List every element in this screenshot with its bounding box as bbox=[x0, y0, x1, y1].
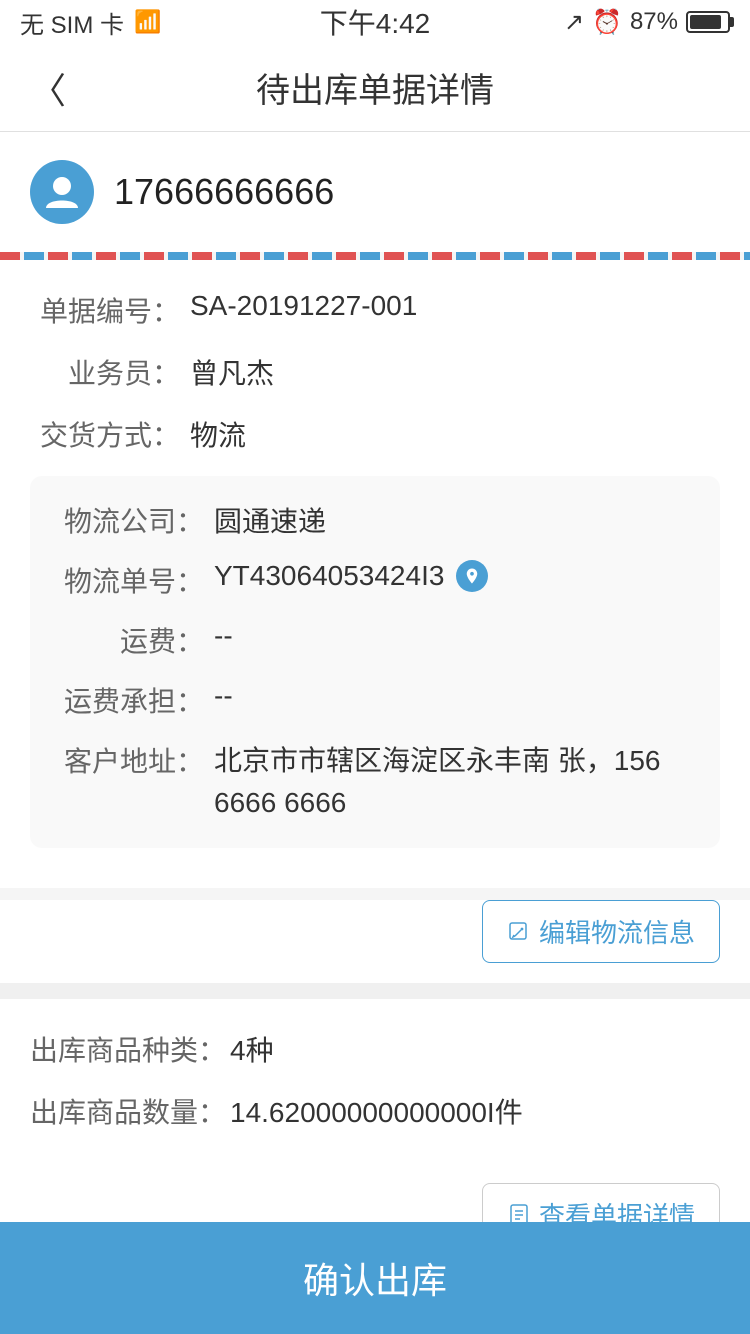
page-title: 待出库单据详情 bbox=[256, 63, 494, 112]
confirm-outbound-button[interactable]: 确认出库 bbox=[303, 1252, 447, 1304]
address-row: 客户地址： 北京市市辖区海淀区永丰南 张，156 6666 6666 bbox=[54, 740, 696, 824]
items-type-value: 4种 bbox=[230, 1029, 274, 1069]
order-no-value: SA-20191227-001 bbox=[190, 290, 720, 322]
battery-indicator bbox=[686, 11, 730, 33]
logistics-tracking-label: 物流单号： bbox=[54, 560, 214, 600]
items-quantity-row: 出库商品数量： 14.62000000000000I件 bbox=[30, 1091, 720, 1131]
order-no-row: 单据编号： SA-20191227-001 bbox=[30, 290, 720, 330]
carrier-label: 无 SIM 卡 bbox=[20, 5, 124, 40]
logistics-company-label: 物流公司： bbox=[54, 500, 214, 540]
freight-bearer-label: 运费承担： bbox=[54, 680, 214, 720]
logistics-tracking-value-container: YT43064053424I3 bbox=[214, 560, 696, 592]
logistics-tracking-value: YT43064053424I3 bbox=[214, 560, 444, 592]
delivery-row: 交货方式： 物流 bbox=[30, 414, 720, 454]
freight-bearer-row: 运费承担： -- bbox=[54, 680, 696, 720]
address-value: 北京市市辖区海淀区永丰南 张，156 6666 6666 bbox=[214, 740, 696, 824]
order-info-section: 单据编号： SA-20191227-001 业务员： 曾凡杰 交货方式： 物流 … bbox=[0, 260, 750, 888]
customer-section: 17666666666 bbox=[0, 132, 750, 252]
status-left: 无 SIM 卡 📶 bbox=[20, 5, 161, 40]
content-area: 17666666666 单据编号： SA-20191227-001 业务员： 曾… bbox=[0, 132, 750, 1276]
salesman-value: 曾凡杰 bbox=[190, 352, 720, 392]
freight-label: 运费： bbox=[54, 620, 214, 660]
order-no-label: 单据编号： bbox=[30, 290, 190, 330]
delivery-value: 物流 bbox=[190, 414, 720, 454]
logistics-tracking-row: 物流单号： YT43064053424I3 bbox=[54, 560, 696, 600]
items-quantity-label: 出库商品数量： bbox=[30, 1091, 230, 1131]
wifi-icon: 📶 bbox=[134, 9, 161, 35]
person-icon bbox=[42, 172, 82, 212]
delivery-label: 交货方式： bbox=[30, 414, 190, 454]
items-type-label: 出库商品种类： bbox=[30, 1029, 230, 1069]
pin-svg bbox=[463, 567, 481, 585]
logistics-card: 物流公司： 圆通速递 物流单号： YT43064053424I3 运费： -- bbox=[30, 476, 720, 848]
battery-label: 87% bbox=[630, 8, 678, 36]
alarm-icon: ⏰ bbox=[592, 8, 622, 37]
salesman-row: 业务员： 曾凡杰 bbox=[30, 352, 720, 392]
items-type-row: 出库商品种类： 4种 bbox=[30, 1029, 720, 1069]
edit-icon bbox=[507, 920, 531, 944]
freight-row: 运费： -- bbox=[54, 620, 696, 660]
items-section: 出库商品种类： 4种 出库商品数量： 14.62000000000000I件 bbox=[0, 999, 750, 1173]
items-quantity-value: 14.62000000000000I件 bbox=[230, 1091, 523, 1131]
freight-bearer-value: -- bbox=[214, 680, 696, 712]
customer-avatar bbox=[30, 160, 94, 224]
confirm-btn-container: 确认出库 bbox=[0, 1222, 750, 1334]
logistics-company-row: 物流公司： 圆通速递 bbox=[54, 500, 696, 540]
status-time: 下午4:42 bbox=[320, 2, 431, 42]
edit-logistics-button[interactable]: 编辑物流信息 bbox=[482, 900, 720, 963]
freight-value: -- bbox=[214, 620, 696, 652]
battery-fill bbox=[690, 15, 721, 29]
address-label: 客户地址： bbox=[54, 740, 214, 780]
edit-btn-label: 编辑物流信息 bbox=[539, 913, 695, 950]
customer-phone: 17666666666 bbox=[114, 171, 334, 213]
map-pin-icon[interactable] bbox=[456, 560, 488, 592]
logistics-company-value: 圆通速递 bbox=[214, 500, 696, 540]
status-bar: 无 SIM 卡 📶 下午4:42 ↗ ⏰ 87% bbox=[0, 0, 750, 44]
dashed-divider bbox=[0, 252, 750, 260]
status-right: ↗ ⏰ 87% bbox=[564, 8, 730, 37]
location-icon: ↗ bbox=[564, 8, 584, 37]
salesman-label: 业务员： bbox=[30, 352, 190, 392]
section-separator bbox=[0, 983, 750, 999]
nav-bar: 〈 待出库单据详情 bbox=[0, 44, 750, 132]
back-button[interactable]: 〈 bbox=[30, 62, 66, 114]
edit-btn-row: 编辑物流信息 bbox=[0, 900, 750, 983]
